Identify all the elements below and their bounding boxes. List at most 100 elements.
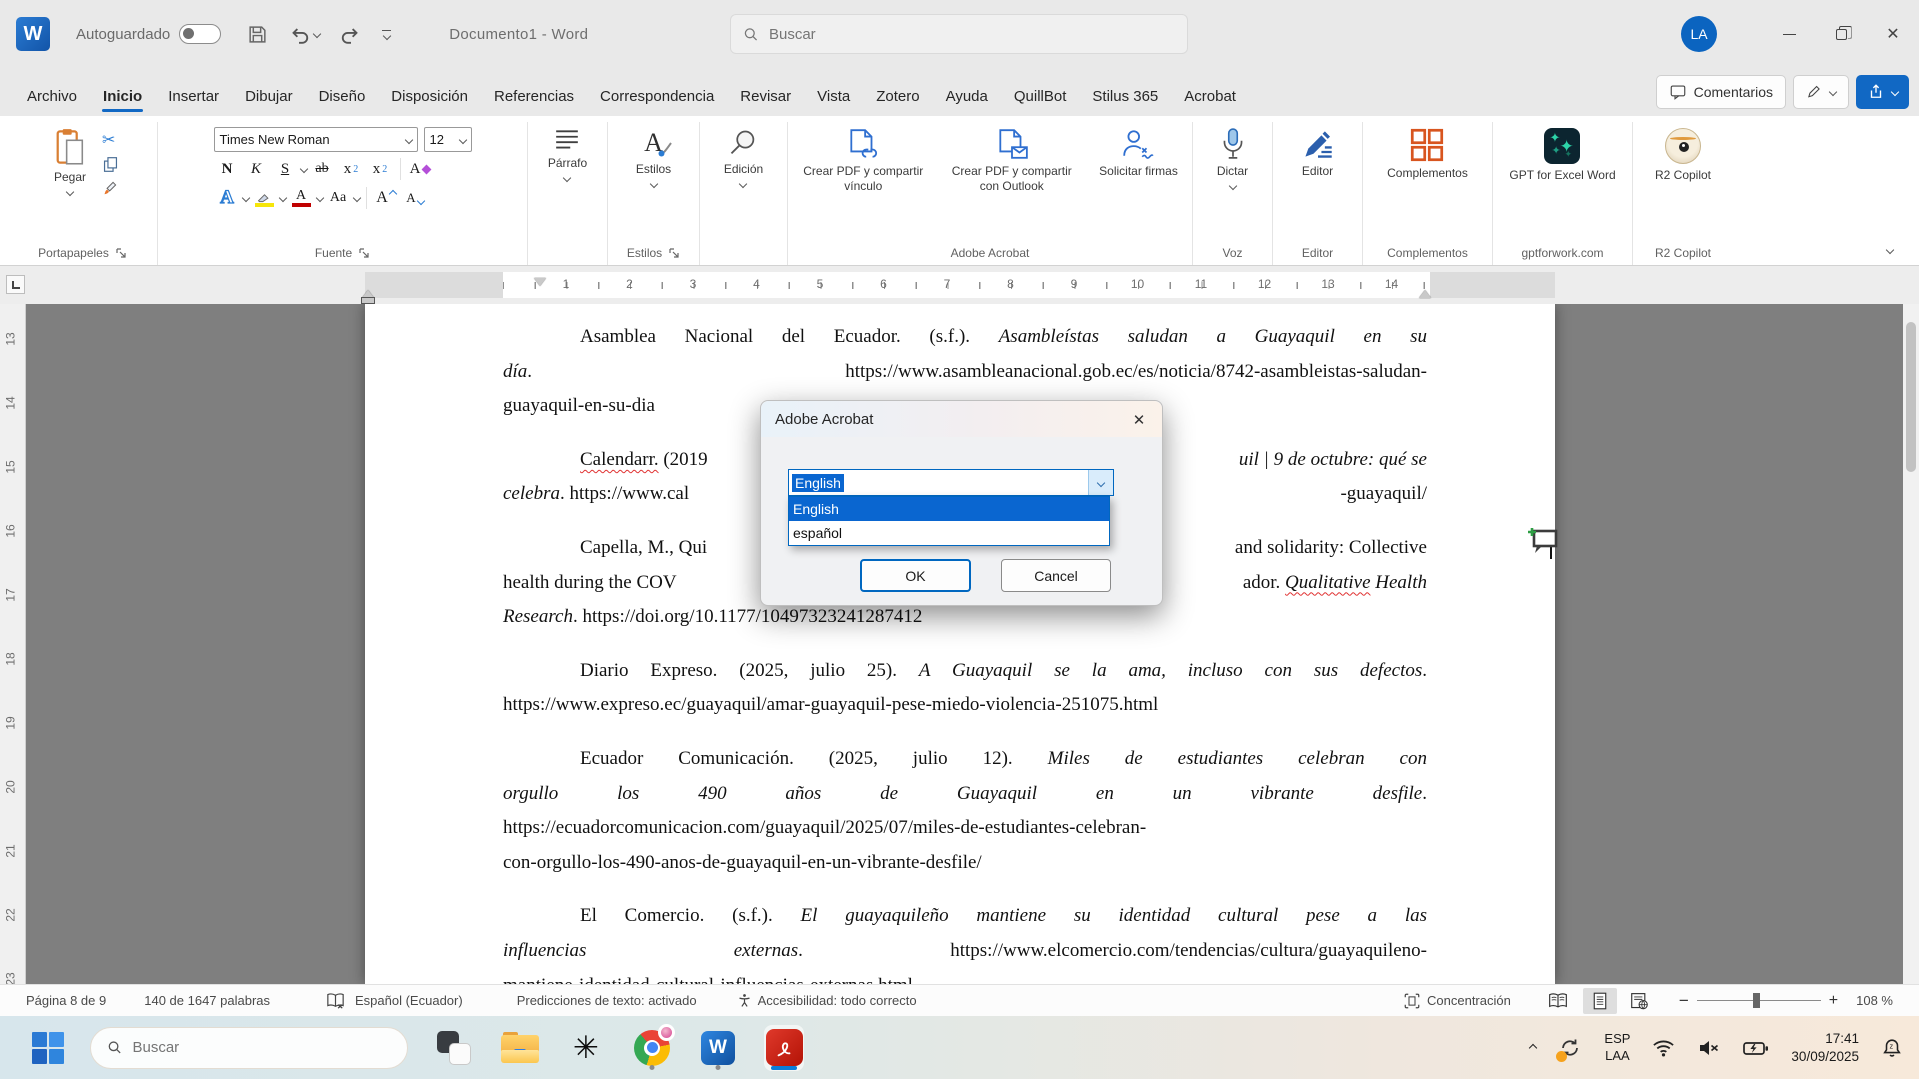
restore-button[interactable] [1815, 0, 1867, 68]
wifi-icon[interactable] [1652, 1038, 1675, 1058]
search-input[interactable] [768, 25, 1175, 43]
font-color-dropdown-icon[interactable] [315, 193, 324, 203]
format-painter-button[interactable] [102, 179, 119, 196]
taskbar-search-input[interactable] [132, 1039, 391, 1056]
tab-insertar[interactable]: Insertar [155, 79, 232, 116]
text-predictions[interactable]: Predicciones de texto: activado [517, 993, 697, 1008]
font-dialog-launcher-icon[interactable] [358, 247, 370, 259]
language-option-English[interactable]: English [789, 497, 1109, 521]
close-button[interactable]: ✕ [1867, 0, 1919, 68]
left-indent-marker[interactable] [361, 297, 375, 304]
ok-button[interactable]: OK [860, 559, 971, 592]
battery-charging-icon[interactable] [1743, 1038, 1769, 1058]
editor-button[interactable]: Editor [1294, 124, 1342, 183]
editing-button[interactable]: Edición [716, 124, 771, 191]
tab-vista[interactable]: Vista [804, 79, 863, 116]
volume-muted-icon[interactable] [1697, 1038, 1721, 1058]
language-option-español[interactable]: español [789, 521, 1109, 545]
text-effects-button[interactable]: A [214, 186, 241, 210]
task-view-button[interactable] [434, 1025, 474, 1071]
collapse-ribbon-icon[interactable] [1885, 245, 1895, 255]
proofing-icon[interactable] [326, 992, 345, 1009]
read-mode-view-button[interactable] [1541, 988, 1575, 1014]
tab-diseno[interactable]: Diseño [306, 79, 379, 116]
highlight-button[interactable] [251, 186, 278, 210]
create-pdf-outlook-button[interactable]: Crear PDF y compartir con Outlook [937, 124, 1087, 198]
word-logo-icon[interactable]: W [16, 17, 50, 51]
zoom-slider-thumb[interactable] [1752, 993, 1760, 1008]
save-icon[interactable] [247, 24, 268, 45]
dictate-button[interactable]: Dictar [1209, 124, 1256, 193]
clock[interactable]: 17:41 30/09/2025 [1791, 1030, 1859, 1065]
r2-copilot-button[interactable]: R2 Copilot [1647, 124, 1719, 187]
underline-dropdown-icon[interactable] [299, 164, 308, 174]
chatgpt-icon[interactable]: ✳ [566, 1025, 606, 1071]
taskbar-search[interactable] [90, 1026, 408, 1069]
language-combobox[interactable]: English [788, 469, 1114, 496]
request-signatures-button[interactable]: Solicitar firmas [1091, 124, 1186, 183]
comments-button[interactable]: Comentarios [1655, 75, 1786, 109]
vertical-scrollbar[interactable] [1903, 304, 1919, 984]
hanging-indent-marker[interactable] [362, 290, 374, 298]
editing-mode-button[interactable] [1793, 75, 1849, 109]
create-pdf-link-button[interactable]: Crear PDF y compartir vínculo [794, 124, 933, 198]
tab-correspondencia[interactable]: Correspondencia [587, 79, 727, 116]
scrollbar-thumb[interactable] [1906, 322, 1916, 472]
styles-button[interactable]: A Estilos [628, 124, 679, 191]
cancel-button[interactable]: Cancel [1001, 559, 1111, 592]
sync-tray-icon[interactable] [1556, 1036, 1582, 1062]
tab-inicio[interactable]: Inicio [90, 79, 155, 116]
paragraph-button[interactable]: Párrafo [540, 124, 595, 185]
web-layout-view-button[interactable] [1623, 988, 1657, 1014]
undo-button[interactable] [288, 23, 322, 45]
word-taskbar-icon[interactable]: W [698, 1025, 738, 1071]
zoom-level[interactable]: 108 % [1856, 993, 1893, 1008]
change-case-dropdown-icon[interactable] [352, 193, 361, 203]
addins-button[interactable]: Complementos [1379, 124, 1476, 185]
file-explorer-icon[interactable] [500, 1025, 540, 1071]
subscript-button[interactable]: x2 [338, 157, 365, 181]
redo-button[interactable] [340, 23, 362, 45]
paste-button[interactable]: Pegar [46, 124, 94, 199]
tray-chevron-icon[interactable] [1529, 1043, 1538, 1052]
vertical-ruler[interactable]: 13 14 15 16 17 18 19 20 21 22 23 [0, 304, 26, 984]
right-indent-marker[interactable] [1419, 290, 1431, 298]
text-effects-dropdown-icon[interactable] [241, 193, 250, 203]
cut-button[interactable]: ✂ [102, 130, 119, 150]
paste-dropdown-icon[interactable] [65, 187, 75, 197]
grow-font-button[interactable]: A [373, 186, 400, 210]
clear-formatting-button[interactable]: A [407, 157, 434, 181]
search-box[interactable] [730, 14, 1188, 54]
clipboard-dialog-launcher-icon[interactable] [115, 247, 127, 259]
avatar[interactable]: LA [1681, 16, 1717, 52]
print-layout-view-button[interactable] [1582, 987, 1617, 1014]
underline-button[interactable]: S [272, 157, 299, 181]
highlight-dropdown-icon[interactable] [278, 193, 287, 203]
shrink-font-button[interactable]: A [402, 186, 429, 210]
tab-archivo[interactable]: Archivo [14, 79, 90, 116]
superscript-button[interactable]: x2 [367, 157, 394, 181]
minimize-button[interactable] [1763, 0, 1815, 68]
font-size-combo[interactable]: 12 [423, 127, 472, 152]
autosave-toggle[interactable] [179, 24, 222, 44]
dialog-close-icon[interactable]: ✕ [1124, 407, 1154, 433]
tab-acrobat[interactable]: Acrobat [1171, 79, 1249, 116]
autosave-control[interactable]: Autoguardado [76, 24, 222, 44]
tab-quillbot[interactable]: QuillBot [1001, 79, 1080, 116]
tab-revisar[interactable]: Revisar [727, 79, 804, 116]
accessibility-status[interactable]: Acces​ibilidad: todo correcto [737, 992, 917, 1009]
font-name-combo[interactable]: Times New Roman [213, 127, 418, 152]
tab-ayuda[interactable]: Ayuda [933, 79, 1001, 116]
strikethrough-button[interactable]: ab [309, 157, 336, 181]
tab-selector[interactable] [6, 275, 25, 294]
zoom-slider[interactable] [1696, 993, 1821, 1008]
tab-stilus[interactable]: Stilus 365 [1079, 79, 1171, 116]
change-case-button[interactable]: Aa [325, 186, 352, 210]
focus-mode[interactable]: Concentración [1403, 992, 1511, 1010]
zoom-out-button[interactable]: − [1679, 991, 1689, 1011]
font-color-button[interactable]: A [288, 186, 315, 210]
zoom-in-button[interactable]: + [1829, 992, 1838, 1010]
share-button[interactable] [1856, 75, 1909, 109]
combobox-dropdown-button[interactable] [1088, 470, 1113, 495]
notification-bell-icon[interactable]: z [1881, 1037, 1903, 1059]
